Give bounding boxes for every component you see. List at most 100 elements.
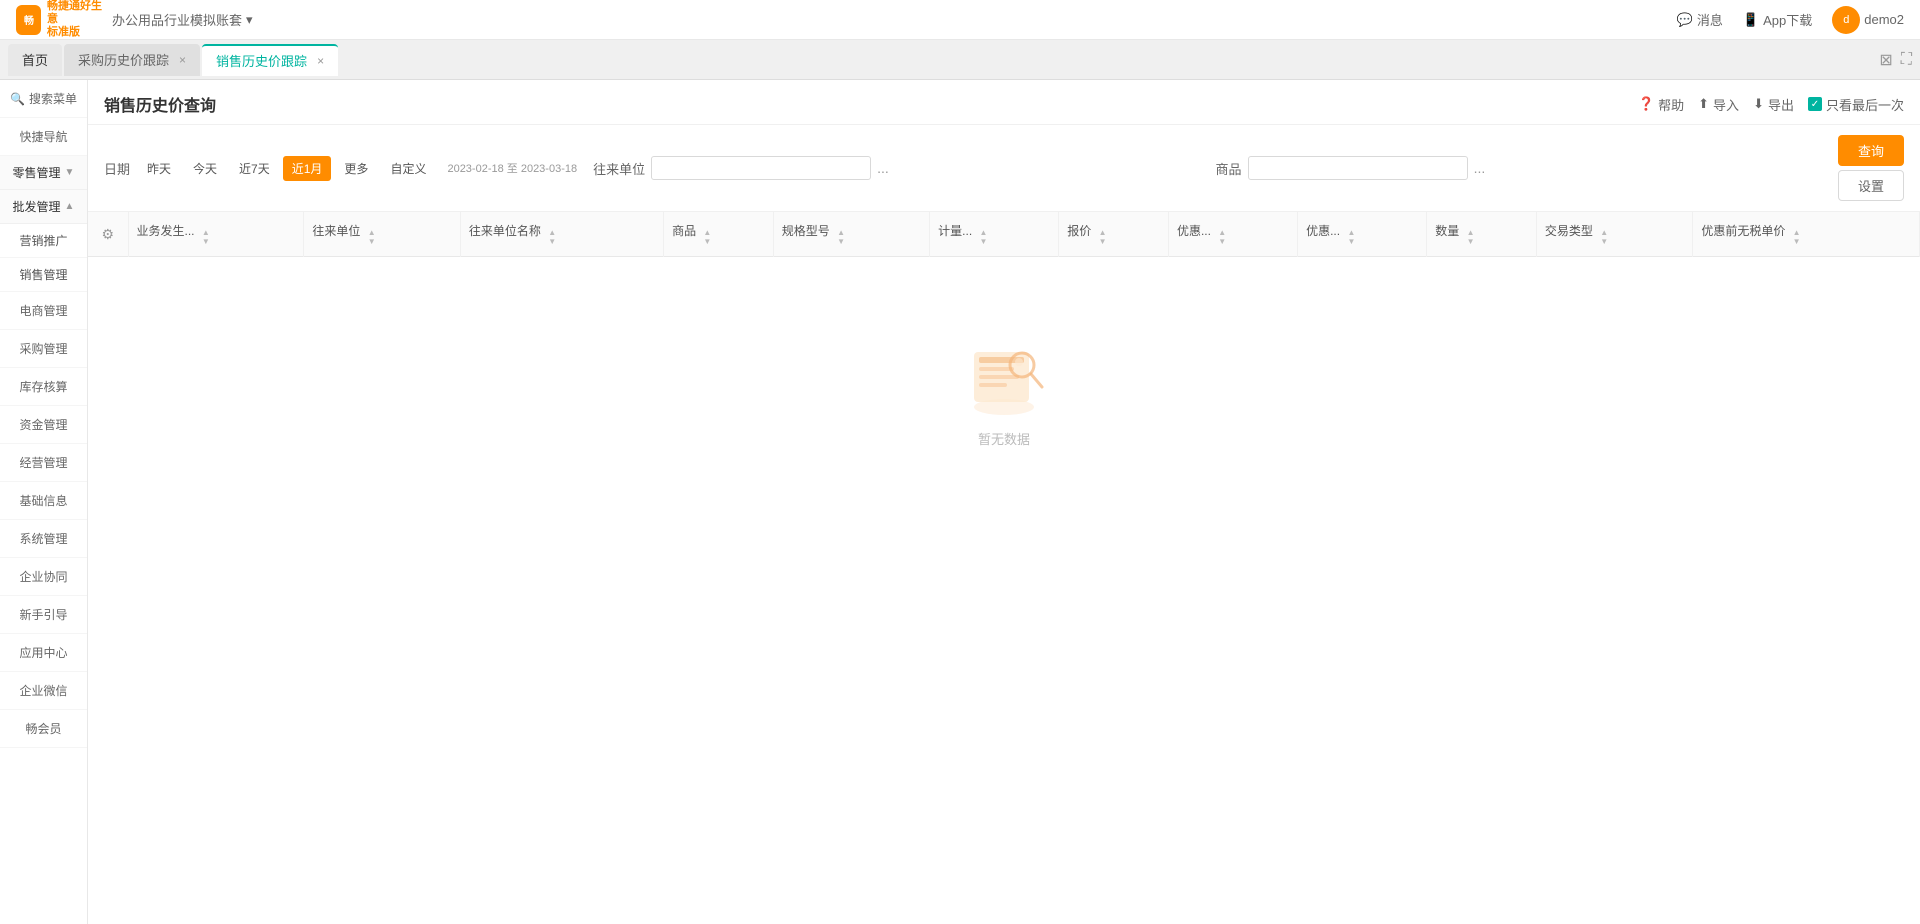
user-area[interactable]: d demo2 <box>1832 6 1904 34</box>
sidebar-item-quicknav[interactable]: 快捷导航 <box>0 118 87 156</box>
sort-icon-biz-date: ▲▼ <box>202 229 210 246</box>
table-header-row: ⚙ 业务发生... ▲▼ 往来单位 ▲▼ 往来单位名称 <box>88 212 1920 257</box>
date-btn-today[interactable]: 今天 <box>184 156 226 181</box>
tab-home-label: 首页 <box>22 50 48 69</box>
sidebar: 🔍 搜索菜单 快捷导航 零售管理 ▼ 批发管理 ▲ 营销推广 销售管理 电商管理… <box>0 80 88 924</box>
th-unit[interactable]: 计量... ▲▼ <box>930 212 1059 257</box>
tab2-close-icon[interactable]: × <box>317 54 324 68</box>
th-unit-code[interactable]: 往来单位 ▲▼ <box>304 212 460 257</box>
th-trade-type[interactable]: 交易类型 ▲▼ <box>1536 212 1692 257</box>
goods-filter-group: 商品 ... <box>1216 156 1822 180</box>
app-selector[interactable]: 办公用品行业模拟账套 ▾ <box>112 10 253 29</box>
ecommerce-label: 电商管理 <box>19 302 67 319</box>
sidebar-item-sales[interactable]: 销售管理 <box>0 258 87 292</box>
sidebar-item-enterprise[interactable]: 企业协同 <box>0 558 87 596</box>
sidebar-item-system[interactable]: 系统管理 <box>0 520 87 558</box>
logo-area: 畅 畅捷通好生意 标准版 <box>16 0 102 39</box>
logo-icon: 畅 <box>16 5 41 35</box>
newbie-label: 新手引导 <box>19 606 67 623</box>
date-btn-more[interactable]: 更多 <box>335 156 377 181</box>
content-area: 销售历史价查询 ❓ 帮助 ⬆ 导入 ⬇ 导出 ✓ <box>88 80 1920 924</box>
date-btn-yesterday[interactable]: 昨天 <box>138 156 180 181</box>
gear-icon[interactable]: ⚙ <box>101 226 114 242</box>
marketing-label: 营销推广 <box>19 234 67 248</box>
th-price[interactable]: 报价 ▲▼ <box>1059 212 1169 257</box>
tab-purchase-history[interactable]: 采购历史价跟踪 × <box>64 44 200 76</box>
username-label: demo2 <box>1864 12 1904 27</box>
th-unit-name[interactable]: 往来单位名称 ▲▼ <box>460 212 663 257</box>
settings-button[interactable]: 设置 <box>1838 170 1904 201</box>
export-button[interactable]: ⬇ 导出 <box>1753 95 1794 114</box>
inventory-label: 库存核算 <box>19 378 67 395</box>
th-discount1[interactable]: 优惠... ▲▼ <box>1168 212 1297 257</box>
tab-sales-history[interactable]: 销售历史价跟踪 × <box>202 44 338 76</box>
goods-input[interactable] <box>1248 156 1468 180</box>
th-biz-date[interactable]: 业务发生... ▲▼ <box>128 212 304 257</box>
unit-input[interactable] <box>651 156 871 180</box>
sidebar-item-inventory[interactable]: 库存核算 <box>0 368 87 406</box>
th-discount2[interactable]: 优惠... ▲▼ <box>1298 212 1427 257</box>
sales-label: 销售管理 <box>19 268 67 282</box>
date-btn-custom[interactable]: 自定义 <box>381 156 435 181</box>
tab-bar: 首页 采购历史价跟踪 × 销售历史价跟踪 × ⊠ ⛶ <box>0 40 1920 80</box>
page-content: 销售历史价查询 ❓ 帮助 ⬆ 导入 ⬇ 导出 ✓ <box>88 80 1920 924</box>
page-title: 销售历史价查询 <box>104 92 216 116</box>
main-layout: 🔍 搜索菜单 快捷导航 零售管理 ▼ 批发管理 ▲ 营销推广 销售管理 电商管理… <box>0 80 1920 924</box>
sort-icon-discount1: ▲▼ <box>1218 229 1226 246</box>
date-filter-group: 日期 昨天 今天 近7天 近1月 更多 自定义 2023-02-18 至 202… <box>104 156 577 181</box>
unit-dots-button[interactable]: ... <box>877 160 889 176</box>
date-btn-7days[interactable]: 近7天 <box>230 156 279 181</box>
retail-arrow-icon: ▼ <box>65 167 75 178</box>
page-header: 销售历史价查询 ❓ 帮助 ⬆ 导入 ⬇ 导出 ✓ <box>88 80 1920 125</box>
sidebar-item-basic-info[interactable]: 基础信息 <box>0 482 87 520</box>
date-filter-label: 日期 <box>104 159 130 178</box>
quicknav-label: 快捷导航 <box>19 128 67 145</box>
sidebar-item-vip[interactable]: 畅会员 <box>0 710 87 748</box>
app-download-button[interactable]: 📱 App下载 <box>1743 10 1812 29</box>
sidebar-item-purchase[interactable]: 采购管理 <box>0 330 87 368</box>
sidebar-item-app-center[interactable]: 应用中心 <box>0 634 87 672</box>
sort-icon-spec: ▲▼ <box>837 229 845 246</box>
sort-icon-discount2: ▲▼ <box>1347 229 1355 246</box>
tab-bar-expand-button[interactable]: ⛶ <box>1901 51 1912 69</box>
sort-icon-trade-type: ▲▼ <box>1600 229 1608 246</box>
th-goods[interactable]: 商品 ▲▼ <box>664 212 774 257</box>
sidebar-item-newbie[interactable]: 新手引导 <box>0 596 87 634</box>
sidebar-item-search[interactable]: 🔍 搜索菜单 <box>0 80 87 118</box>
sidebar-item-retail[interactable]: 零售管理 ▼ <box>0 156 87 190</box>
date-btn-1month[interactable]: 近1月 <box>283 156 332 181</box>
sidebar-item-wholesale[interactable]: 批发管理 ▲ <box>0 190 87 224</box>
view-toggle[interactable]: ✓ 只看最后一次 <box>1808 95 1904 114</box>
sort-icon-goods: ▲▼ <box>703 229 711 246</box>
avatar: d <box>1832 6 1860 34</box>
sidebar-item-finance[interactable]: 资金管理 <box>0 406 87 444</box>
th-tax-free-price[interactable]: 优惠前无税单价 ▲▼ <box>1693 212 1920 257</box>
empty-illustration <box>954 337 1054 417</box>
sidebar-item-wechat[interactable]: 企业微信 <box>0 672 87 710</box>
vip-label: 畅会员 <box>25 720 61 737</box>
tab-bar-close-button[interactable]: ⊠ <box>1879 50 1892 70</box>
sidebar-item-operations[interactable]: 经营管理 <box>0 444 87 482</box>
import-button[interactable]: ⬆ 导入 <box>1698 95 1739 114</box>
logo-text: 畅捷通好生意 标准版 <box>47 0 102 39</box>
table-area: ⚙ 业务发生... ▲▼ 往来单位 ▲▼ 往来单位名称 <box>88 212 1920 924</box>
toggle-checkbox-icon: ✓ <box>1808 97 1822 111</box>
search-icon: 🔍 <box>10 92 25 106</box>
goods-dots-button[interactable]: ... <box>1474 160 1486 176</box>
tab1-close-icon[interactable]: × <box>179 53 186 67</box>
help-label: 帮助 <box>1658 95 1684 114</box>
tab-home[interactable]: 首页 <box>8 44 62 76</box>
th-qty[interactable]: 数量 ▲▼ <box>1427 212 1537 257</box>
th-spec[interactable]: 规格型号 ▲▼ <box>773 212 929 257</box>
header-left: 畅 畅捷通好生意 标准版 办公用品行业模拟账套 ▾ <box>16 0 253 39</box>
date-buttons: 昨天 今天 近7天 近1月 更多 自定义 <box>138 156 435 181</box>
sidebar-item-ecommerce[interactable]: 电商管理 <box>0 292 87 330</box>
goods-filter-label: 商品 <box>1216 159 1242 178</box>
tab1-label: 采购历史价跟踪 <box>78 50 169 69</box>
sidebar-item-marketing[interactable]: 营销推广 <box>0 224 87 258</box>
help-button[interactable]: ❓ 帮助 <box>1638 95 1684 114</box>
message-button[interactable]: 💬 消息 <box>1677 10 1723 29</box>
query-button[interactable]: 查询 <box>1838 135 1904 166</box>
selector-label: 办公用品行业模拟账套 <box>112 10 242 29</box>
empty-state: 暂无数据 <box>88 257 1920 528</box>
